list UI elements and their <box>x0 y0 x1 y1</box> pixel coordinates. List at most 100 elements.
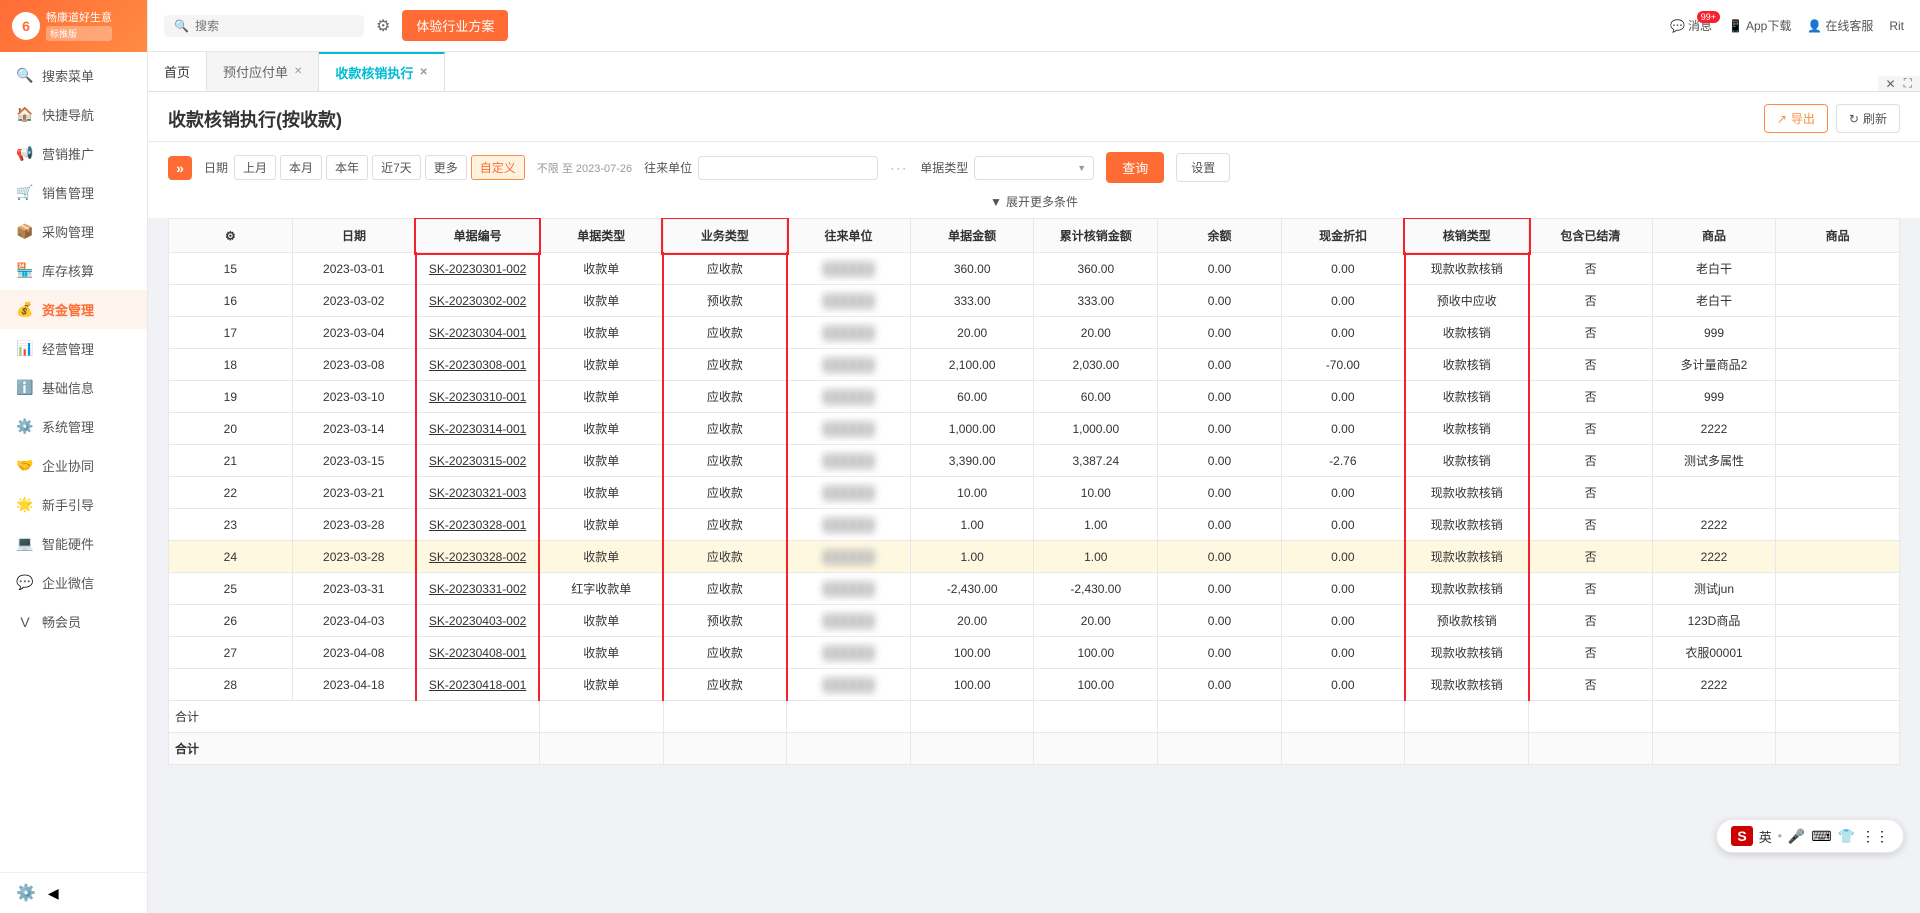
table-row[interactable]: 282023-04-18SK-20230418-001收款单应收款██████1… <box>169 669 1900 701</box>
col-biz-type: 业务类型 <box>663 219 787 253</box>
sidebar-item-hardware[interactable]: 💻 智能硬件 <box>0 524 147 563</box>
total-cell <box>1034 701 1158 733</box>
table-row[interactable]: 242023-03-28SK-20230328-002收款单应收款██████1… <box>169 541 1900 573</box>
sidebar-item-system[interactable]: ⚙️ 系统管理 <box>0 407 147 446</box>
sidebar-collapse-icon[interactable]: ◀ <box>48 885 59 902</box>
sidebar-item-member[interactable]: V 畅会员 <box>0 602 147 641</box>
date-more[interactable]: 更多 <box>425 155 467 180</box>
tab-collection[interactable]: 收款核销执行 ✕ <box>319 52 444 91</box>
table-row[interactable]: 272023-04-08SK-20230408-001收款单应收款██████1… <box>169 637 1900 669</box>
table-cell: 333.00 <box>910 285 1034 317</box>
sidebar-item-inventory[interactable]: 🏪 库存核算 <box>0 251 147 290</box>
ime-input-label[interactable]: 英 <box>1759 827 1772 846</box>
tab-prepay-close[interactable]: ✕ <box>294 66 302 77</box>
table-cell: 2023-03-15 <box>292 445 416 477</box>
query-button[interactable]: 查询 <box>1106 152 1164 183</box>
total-empty <box>1034 733 1158 765</box>
date-custom[interactable]: 自定义 <box>471 155 525 180</box>
tab-collection-close[interactable]: ✕ <box>419 67 427 78</box>
filter-settings-button[interactable]: 设置 <box>1176 153 1230 182</box>
ime-keyboard-icon[interactable]: ⌨ <box>1811 828 1831 845</box>
total-empty <box>663 733 787 765</box>
table-row[interactable]: 232023-03-28SK-20230328-001收款单应收款██████1… <box>169 509 1900 541</box>
table-row[interactable]: 262023-04-03SK-20230403-002收款单预收款██████2… <box>169 605 1900 637</box>
sidebar-item-finance-label: 资金管理 <box>42 300 94 319</box>
table-row[interactable]: 202023-03-14SK-20230314-001收款单应收款██████1… <box>169 413 1900 445</box>
total-cell <box>910 701 1034 733</box>
table-cell <box>1776 509 1900 541</box>
table-cell: 2023-03-10 <box>292 381 416 413</box>
table-row[interactable]: 152023-03-01SK-20230301-002收款单应收款██████3… <box>169 253 1900 285</box>
table-cell: ██████ <box>787 541 911 573</box>
sidebar-item-finance[interactable]: 💰 资金管理 <box>0 290 147 329</box>
logo-badge: 标推版 <box>46 26 112 41</box>
counterpart-label: 往来单位 <box>644 159 692 176</box>
sidebar-item-operations[interactable]: 📊 经营管理 <box>0 329 147 368</box>
sidebar-item-basic-label: 基础信息 <box>42 378 94 397</box>
table-cell: 应收款 <box>663 541 787 573</box>
table-cell: 0.00 <box>1158 285 1282 317</box>
sidebar-item-wechat[interactable]: 💬 企业微信 <box>0 563 147 602</box>
filter-bill-type-group: 单据类型 <box>920 156 1094 180</box>
topbar-service-btn[interactable]: 👤 在线客服 <box>1807 17 1873 34</box>
table-row[interactable]: 212023-03-15SK-20230315-002收款单应收款██████3… <box>169 445 1900 477</box>
table-cell: 0.00 <box>1158 349 1282 381</box>
table-row[interactable]: 252023-03-31SK-20230331-002红字收款单应收款█████… <box>169 573 1900 605</box>
sidebar-item-search[interactable]: 🔍 搜索菜单 <box>0 56 147 95</box>
tab-restore-icon[interactable]: ⛶ <box>1904 76 1912 91</box>
export-button[interactable]: ↗ 导出 <box>1764 104 1828 133</box>
total-cell <box>1405 701 1529 733</box>
topbar-gear-icon[interactable]: ⚙ <box>376 16 390 36</box>
table-row[interactable]: 192023-03-10SK-20230310-001收款单应收款██████6… <box>169 381 1900 413</box>
table-row[interactable]: 162023-03-02SK-20230302-002收款单预收款██████3… <box>169 285 1900 317</box>
date-this-year[interactable]: 本年 <box>326 155 368 180</box>
solution-button[interactable]: 体验行业方案 <box>402 10 508 41</box>
filter-dots: ··· <box>890 161 908 175</box>
topbar-msg-btn[interactable]: 💬 消息 99+ <box>1670 17 1712 34</box>
sidebar-item-guide[interactable]: 🌟 新手引导 <box>0 485 147 524</box>
table-row[interactable]: 222023-03-21SK-20230321-003收款单应收款██████1… <box>169 477 1900 509</box>
tab-prepay[interactable]: 预付应付单 ✕ <box>207 52 319 91</box>
table-cell: 1,000.00 <box>1034 413 1158 445</box>
ime-shirt-icon[interactable]: 👕 <box>1838 828 1855 845</box>
sidebar-item-sales[interactable]: 🛒 销售管理 <box>0 173 147 212</box>
topbar-app-btn[interactable]: 📱 App下载 <box>1728 17 1791 34</box>
table-cell <box>1776 285 1900 317</box>
table-cell: 否 <box>1529 349 1653 381</box>
table-cell: 0.00 <box>1281 669 1405 701</box>
date-this-month[interactable]: 本月 <box>280 155 322 180</box>
table-cell: SK-20230321-003 <box>416 477 540 509</box>
date-7days[interactable]: 近7天 <box>372 155 421 180</box>
table-container[interactable]: ⚙ 日期 单据编号 单据类型 业务类型 往来单位 单据金额 累计核销金额 余额 … <box>148 218 1920 913</box>
topbar-search-box[interactable]: 🔍 <box>164 15 364 37</box>
sidebar-item-corp[interactable]: 🤝 企业协同 <box>0 446 147 485</box>
table-row[interactable]: 172023-03-04SK-20230304-001收款单应收款██████2… <box>169 317 1900 349</box>
counterpart-input[interactable] <box>698 156 878 180</box>
topbar-actions: 💬 消息 99+ 📱 App下载 👤 在线客服 Rit <box>1670 17 1904 34</box>
tab-home[interactable]: 首页 <box>148 52 207 91</box>
expand-more-button[interactable]: ▼ 展开更多条件 <box>990 193 1078 210</box>
sidebar-item-quicknav[interactable]: 🏠 快捷导航 <box>0 95 147 134</box>
sidebar-item-basic[interactable]: ℹ️ 基础信息 <box>0 368 147 407</box>
table-cell: 22 <box>169 477 293 509</box>
sidebar-item-purchase[interactable]: 📦 采购管理 <box>0 212 147 251</box>
sidebar-settings-icon[interactable]: ⚙️ <box>16 883 36 903</box>
table-cell: 预收款核销 <box>1405 605 1529 637</box>
topbar-search-input[interactable] <box>195 19 350 33</box>
ime-voice-icon[interactable]: 🎤 <box>1788 828 1805 845</box>
table-cell: ██████ <box>787 509 911 541</box>
page-header: 收款核销执行(按收款) ↗ 导出 ↻ 刷新 <box>148 92 1920 142</box>
filter-expand-button[interactable]: » <box>168 156 192 180</box>
table-cell: -2,430.00 <box>1034 573 1158 605</box>
table-cell: 20.00 <box>910 317 1034 349</box>
bill-type-select[interactable] <box>974 156 1094 180</box>
refresh-button[interactable]: ↻ 刷新 <box>1836 104 1900 133</box>
sidebar-item-marketing[interactable]: 📢 营销推广 <box>0 134 147 173</box>
refresh-icon: ↻ <box>1849 112 1859 126</box>
table-cell: 应收款 <box>663 381 787 413</box>
table-row[interactable]: 182023-03-08SK-20230308-001收款单应收款██████2… <box>169 349 1900 381</box>
date-last-month[interactable]: 上月 <box>234 155 276 180</box>
tab-close-all-icon[interactable]: ✕ <box>1886 77 1896 91</box>
table-cell: 多计量商品2 <box>1652 349 1776 381</box>
ime-grid-icon[interactable]: ⋮⋮ <box>1861 828 1889 845</box>
